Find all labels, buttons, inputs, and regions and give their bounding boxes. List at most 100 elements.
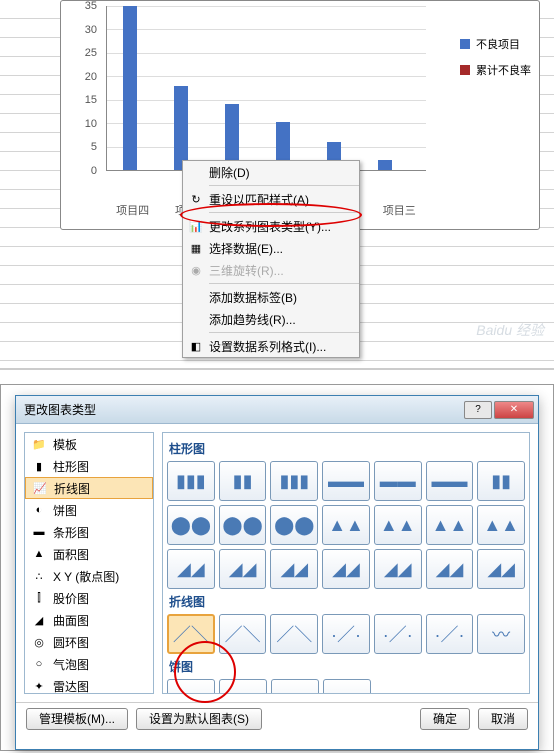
legend-label: 不良项目 (476, 36, 520, 52)
menu-reset-style[interactable]: ↻重设以匹配样式(A) (183, 188, 359, 210)
type-label: 曲面图 (53, 612, 89, 629)
change-chart-type-dialog: 更改图表类型 ? ✕ 📁模板 ▮柱形图 📈折线图 ◐饼图 ▬条形图 ▲面积图 ∴… (15, 395, 539, 750)
y-tick: 20 (85, 71, 97, 83)
type-scatter[interactable]: ∴X Y (散点图) (25, 565, 153, 587)
manage-templates-button[interactable]: 管理模板(M)... (26, 708, 128, 730)
chart-thumb[interactable]: ◢◢ (167, 549, 215, 589)
chart-thumb[interactable]: ▮▮ (219, 461, 267, 501)
type-label: 雷达图 (53, 678, 89, 695)
legend-item: 累计不良率 (460, 62, 531, 78)
type-stock[interactable]: ⫿ 股价图 (25, 587, 153, 609)
chart-thumb[interactable]: ◢◢ (219, 549, 267, 589)
gallery-header-pie: 饼图 (169, 658, 525, 675)
legend-label: 累计不良率 (476, 62, 531, 78)
y-tick: 10 (85, 118, 97, 130)
chart-thumb[interactable]: ◑ (219, 679, 267, 694)
dialog-screenshot: 更改图表类型 ? ✕ 📁模板 ▮柱形图 📈折线图 ◐饼图 ▬条形图 ▲面积图 ∴… (0, 384, 554, 751)
blank-icon (187, 310, 205, 328)
type-line[interactable]: 📈折线图 (25, 477, 153, 499)
menu-label: 添加趋势线(R)... (209, 311, 296, 328)
chart-thumb[interactable]: ⬤⬤ (270, 505, 318, 545)
chart-thumb[interactable]: ⬤⬤ (219, 505, 267, 545)
type-bubble[interactable]: ○气泡图 (25, 653, 153, 675)
chart-thumb[interactable]: ▬▬ (374, 461, 422, 501)
menu-add-data-labels[interactable]: 添加数据标签(B) (183, 286, 359, 308)
chart-thumb[interactable]: ◢◢ (426, 549, 474, 589)
menu-label: 重设以匹配样式(A) (209, 191, 309, 208)
chart-thumb[interactable]: ·／· (374, 614, 422, 654)
legend-item: 不良项目 (460, 36, 531, 52)
folder-icon: 📁 (31, 437, 47, 451)
type-pie[interactable]: ◐饼图 (25, 499, 153, 521)
type-area[interactable]: ▲面积图 (25, 543, 153, 565)
chart-context-menu: 删除(D) ↻重设以匹配样式(A) 📊更改系列图表类型(Y)... ▦选择数据(… (182, 160, 360, 358)
chart-thumb[interactable]: ▲▲ (426, 505, 474, 545)
chart-bar[interactable] (174, 86, 188, 170)
y-tick: 25 (85, 47, 97, 59)
help-button[interactable]: ? (464, 401, 492, 419)
chart-thumb[interactable]: ·／· (322, 614, 370, 654)
chart-thumb[interactable]: ▲▲ (477, 505, 525, 545)
menu-format-series[interactable]: ◧设置数据系列格式(I)... (183, 335, 359, 357)
y-tick: 35 (85, 0, 97, 12)
ok-button[interactable]: 确定 (420, 708, 470, 730)
chart-thumb[interactable]: 〰 (477, 614, 525, 654)
x-label: 项目三 (373, 202, 426, 218)
type-templates[interactable]: 📁 模板 (25, 433, 153, 455)
stock-icon: ⫿ (31, 591, 47, 605)
cancel-button[interactable]: 取消 (478, 708, 528, 730)
type-label: 股价图 (53, 590, 89, 607)
chart-thumb[interactable]: ／＼ (270, 614, 318, 654)
line-icon: 📈 (32, 481, 48, 495)
dialog-title: 更改图表类型 (24, 401, 96, 418)
menu-change-chart-type[interactable]: 📊更改系列图表类型(Y)... (183, 215, 359, 237)
chart-thumb[interactable]: ／＼ (219, 614, 267, 654)
type-surface[interactable]: ◢曲面图 (25, 609, 153, 631)
type-label: 模板 (53, 436, 77, 453)
chart-thumb[interactable]: ◢◢ (270, 549, 318, 589)
chart-thumb[interactable]: ◐ (167, 679, 215, 694)
menu-select-data[interactable]: ▦选择数据(E)... (183, 237, 359, 259)
chart-legend: 不良项目 累计不良率 (460, 36, 531, 88)
set-default-button[interactable]: 设置为默认图表(S) (136, 708, 262, 730)
y-tick: 5 (91, 141, 97, 153)
menu-delete[interactable]: 删除(D) (183, 161, 359, 183)
chart-thumb-line-selected[interactable]: ／＼ (167, 614, 215, 654)
type-doughnut[interactable]: ◎圆环图 (25, 631, 153, 653)
chart-thumb[interactable]: ·／· (426, 614, 474, 654)
rotate3d-icon: ◉ (187, 261, 205, 279)
reset-icon: ↻ (187, 190, 205, 208)
chart-bar[interactable] (123, 6, 137, 170)
chart-thumb[interactable]: ⬤⬤ (167, 505, 215, 545)
type-column[interactable]: ▮柱形图 (25, 455, 153, 477)
type-label: 饼图 (53, 502, 77, 519)
close-button[interactable]: ✕ (494, 401, 534, 419)
chart-thumb[interactable]: ◒ (271, 679, 319, 694)
chart-thumb[interactable]: ▮▮▮ (270, 461, 318, 501)
type-radar[interactable]: ✦雷达图 (25, 675, 153, 694)
chart-type-list: 📁 模板 ▮柱形图 📈折线图 ◐饼图 ▬条形图 ▲面积图 ∴X Y (散点图) ⫿… (24, 432, 154, 694)
excel-chart-area: 35 30 25 20 15 10 5 0 (0, 0, 554, 370)
chart-thumb[interactable]: ▮▮ (477, 461, 525, 501)
chart-thumb[interactable]: ▮▮▮ (167, 461, 215, 501)
chart-thumb[interactable]: ▲▲ (374, 505, 422, 545)
type-label: 条形图 (53, 524, 89, 541)
chart-thumb[interactable]: ◢◢ (477, 549, 525, 589)
chart-thumb[interactable]: ▬▬ (322, 461, 370, 501)
menu-3d-rotation: ◉三维旋转(R)... (183, 259, 359, 281)
type-bar[interactable]: ▬条形图 (25, 521, 153, 543)
chart-thumb[interactable]: ◓ (323, 679, 371, 694)
dialog-body: 📁模板 ▮柱形图 📈折线图 ◐饼图 ▬条形图 ▲面积图 ∴X Y (散点图) ⫿… (16, 424, 538, 702)
area-icon: ▲ (31, 547, 47, 561)
menu-label: 更改系列图表类型(Y)... (209, 218, 331, 235)
menu-add-trendline[interactable]: 添加趋势线(R)... (183, 308, 359, 330)
chart-thumb[interactable]: ◢◢ (374, 549, 422, 589)
chart-thumb[interactable]: ◢◢ (322, 549, 370, 589)
type-label: 柱形图 (53, 458, 89, 475)
type-label: 气泡图 (53, 656, 89, 673)
chart-thumb[interactable]: ▬▬ (426, 461, 474, 501)
y-tick: 15 (85, 94, 97, 106)
dialog-footer: 管理模板(M)... 设置为默认图表(S) 确定 取消 (16, 702, 538, 734)
chart-thumb[interactable]: ▲▲ (322, 505, 370, 545)
chart-bar[interactable] (378, 160, 392, 170)
